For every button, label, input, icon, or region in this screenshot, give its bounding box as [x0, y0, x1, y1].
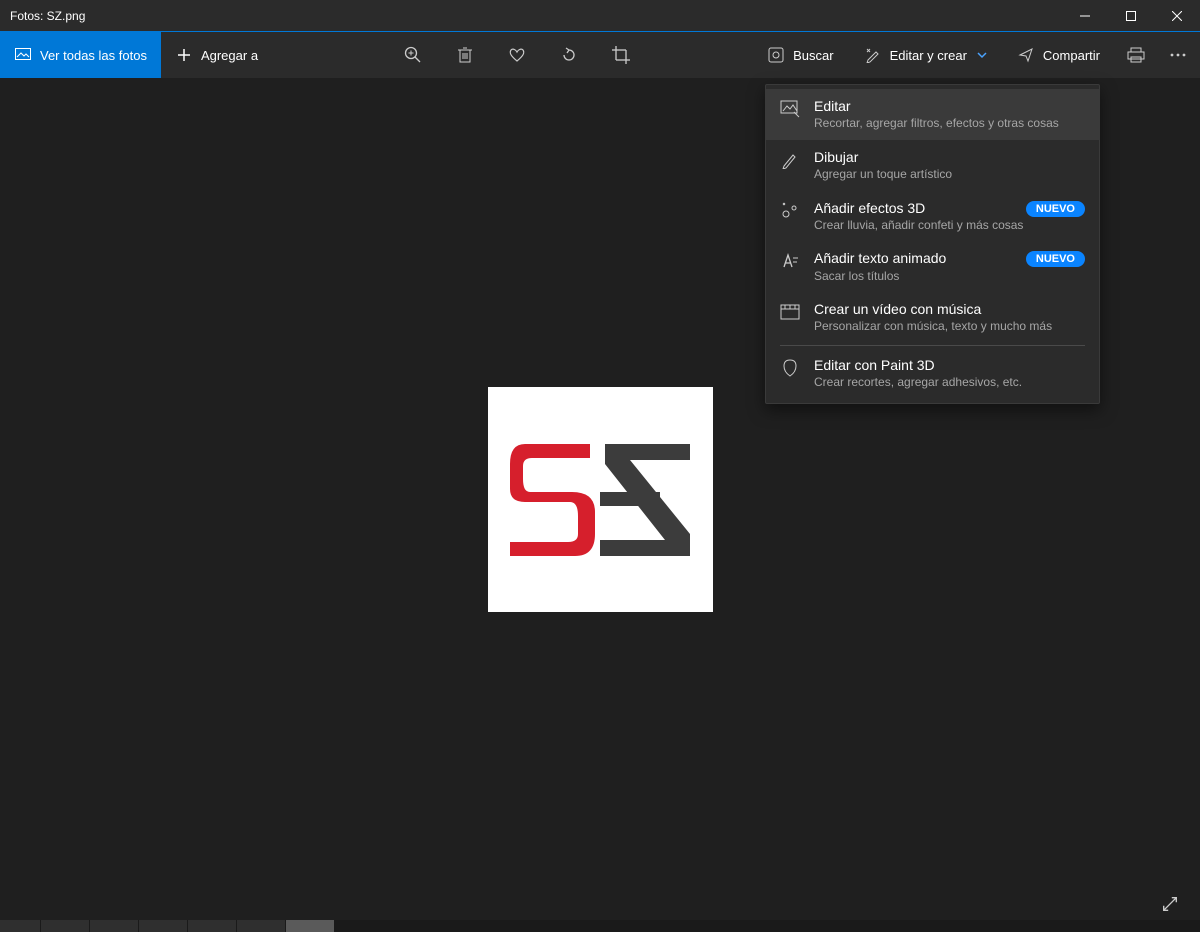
- taskbar: [0, 920, 1200, 932]
- sz-logo: [500, 434, 700, 564]
- crop-button[interactable]: [609, 43, 633, 67]
- edit-icon: [864, 46, 882, 64]
- menu-item-texts: Dibujar Agregar un toque artístico: [814, 148, 1085, 183]
- titlebar: Fotos: SZ.png: [0, 0, 1200, 32]
- add-to-label: Agregar a: [201, 48, 258, 63]
- menu-separator: [780, 345, 1085, 346]
- share-icon: [1017, 46, 1035, 64]
- view-all-label: Ver todas las fotos: [40, 48, 147, 63]
- magnifier-plus-icon: [404, 46, 422, 64]
- menu-item-sub: Agregar un toque artístico: [814, 167, 1085, 183]
- effects-3d-icon: [780, 201, 800, 221]
- menu-item-sub: Sacar los títulos: [814, 269, 1085, 285]
- maximize-button[interactable]: [1108, 0, 1154, 32]
- menu-item-animated-text[interactable]: Añadir texto animado Sacar los títulos N…: [766, 241, 1099, 292]
- picture-edit-icon: [780, 99, 800, 119]
- minimize-button[interactable]: [1062, 0, 1108, 32]
- toolbar-left: Ver todas las fotos Agregar a: [0, 32, 272, 78]
- fullscreen-button[interactable]: [1156, 890, 1184, 918]
- menu-item-video-music[interactable]: Crear un vídeo con música Personalizar c…: [766, 292, 1099, 343]
- edit-create-menu: Editar Recortar, agregar filtros, efecto…: [765, 84, 1100, 404]
- view-all-photos-button[interactable]: Ver todas las fotos: [0, 32, 161, 78]
- window-controls: [1062, 0, 1200, 31]
- visual-search-button[interactable]: Buscar: [761, 46, 839, 64]
- fullscreen-icon: [1161, 895, 1179, 913]
- menu-item-sub: Personalizar con música, texto y mucho m…: [814, 319, 1085, 335]
- print-button[interactable]: [1124, 43, 1148, 67]
- menu-item-sub: Recortar, agregar filtros, efectos y otr…: [814, 116, 1085, 132]
- chevron-down-icon: [977, 50, 987, 60]
- visual-search-icon: [767, 46, 785, 64]
- menu-item-sub: Crear recortes, agregar adhesivos, etc.: [814, 375, 1085, 391]
- menu-item-title: Editar con Paint 3D: [814, 356, 1085, 374]
- favorite-button[interactable]: [505, 43, 529, 67]
- toolbar-right: Buscar Editar y crear Compartir: [761, 32, 1200, 78]
- print-icon: [1127, 46, 1145, 64]
- trash-icon: [456, 46, 474, 64]
- menu-item-texts: Editar con Paint 3D Crear recortes, agre…: [814, 356, 1085, 391]
- share-button[interactable]: Compartir: [1011, 46, 1106, 64]
- more-button[interactable]: [1166, 43, 1190, 67]
- menu-item-texts: Crear un vídeo con música Personalizar c…: [814, 300, 1085, 335]
- menu-item-sub: Crear lluvia, añadir confeti y más cosas: [814, 218, 1085, 234]
- add-to-button[interactable]: Agregar a: [161, 32, 272, 78]
- more-icon: [1169, 46, 1187, 64]
- rotate-button[interactable]: [557, 43, 581, 67]
- new-badge: NUEVO: [1026, 201, 1085, 217]
- zoom-button[interactable]: [401, 43, 425, 67]
- toolbar: Ver todas las fotos Agregar a: [0, 32, 1200, 78]
- heart-icon: [508, 46, 526, 64]
- video-icon: [780, 302, 800, 322]
- paint3d-icon: [780, 358, 800, 378]
- edit-create-label: Editar y crear: [890, 48, 967, 63]
- menu-item-title: Crear un vídeo con música: [814, 300, 1085, 318]
- menu-item-texts: Editar Recortar, agregar filtros, efecto…: [814, 97, 1085, 132]
- window-title: Fotos: SZ.png: [0, 9, 85, 23]
- text-icon: [780, 251, 800, 271]
- menu-item-draw[interactable]: Dibujar Agregar un toque artístico: [766, 140, 1099, 191]
- pen-icon: [780, 150, 800, 170]
- crop-icon: [612, 46, 630, 64]
- toolbar-center: [272, 32, 761, 78]
- menu-item-title: Dibujar: [814, 148, 1085, 166]
- new-badge: NUEVO: [1026, 251, 1085, 267]
- search-label: Buscar: [793, 48, 833, 63]
- menu-item-paint3d[interactable]: Editar con Paint 3D Crear recortes, agre…: [766, 348, 1099, 399]
- menu-item-edit[interactable]: Editar Recortar, agregar filtros, efecto…: [766, 89, 1099, 140]
- displayed-image: [488, 387, 713, 612]
- edit-create-button[interactable]: Editar y crear: [858, 46, 993, 64]
- collection-icon: [14, 46, 32, 64]
- share-label: Compartir: [1043, 48, 1100, 63]
- close-button[interactable]: [1154, 0, 1200, 32]
- delete-button[interactable]: [453, 43, 477, 67]
- rotate-icon: [560, 46, 578, 64]
- menu-item-title: Editar: [814, 97, 1085, 115]
- plus-icon: [175, 46, 193, 64]
- menu-item-3d-effects[interactable]: Añadir efectos 3D Crear lluvia, añadir c…: [766, 191, 1099, 242]
